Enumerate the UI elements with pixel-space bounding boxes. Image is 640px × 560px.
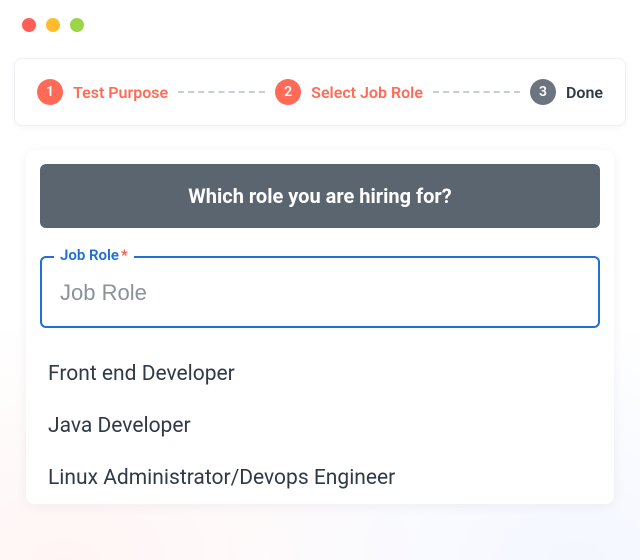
step-done[interactable]: 3 Done	[530, 79, 603, 105]
step-number: 3	[530, 79, 556, 105]
step-number: 1	[37, 79, 63, 105]
list-item[interactable]: Linux Administrator/Devops Engineer	[44, 452, 596, 504]
field-legend-text: Job Role	[60, 246, 119, 264]
close-icon[interactable]	[22, 18, 36, 32]
list-item[interactable]: Front end Developer	[44, 348, 596, 400]
job-role-input[interactable]	[40, 256, 600, 328]
step-connector	[433, 91, 520, 93]
zoom-icon[interactable]	[70, 18, 84, 32]
step-label: Done	[566, 83, 603, 102]
step-connector	[178, 91, 265, 93]
minimize-icon[interactable]	[46, 18, 60, 32]
window-titlebar	[0, 0, 640, 42]
required-mark: *	[121, 246, 128, 264]
field-legend: Job Role*	[54, 246, 134, 264]
hiring-card: Which role you are hiring for? Job Role*…	[26, 150, 614, 504]
step-number: 2	[275, 79, 301, 105]
card-header: Which role you are hiring for?	[40, 164, 600, 228]
step-select-job-role[interactable]: 2 Select Job Role	[275, 79, 423, 105]
job-role-field: Job Role*	[40, 256, 600, 328]
stepper: 1 Test Purpose 2 Select Job Role 3 Done	[14, 58, 626, 126]
step-test-purpose[interactable]: 1 Test Purpose	[37, 79, 168, 105]
list-item[interactable]: Java Developer	[44, 400, 596, 452]
step-label: Test Purpose	[73, 83, 168, 102]
job-role-options: Front end Developer Java Developer Linux…	[40, 344, 600, 504]
step-label: Select Job Role	[311, 83, 423, 102]
window: 1 Test Purpose 2 Select Job Role 3 Done …	[0, 0, 640, 560]
